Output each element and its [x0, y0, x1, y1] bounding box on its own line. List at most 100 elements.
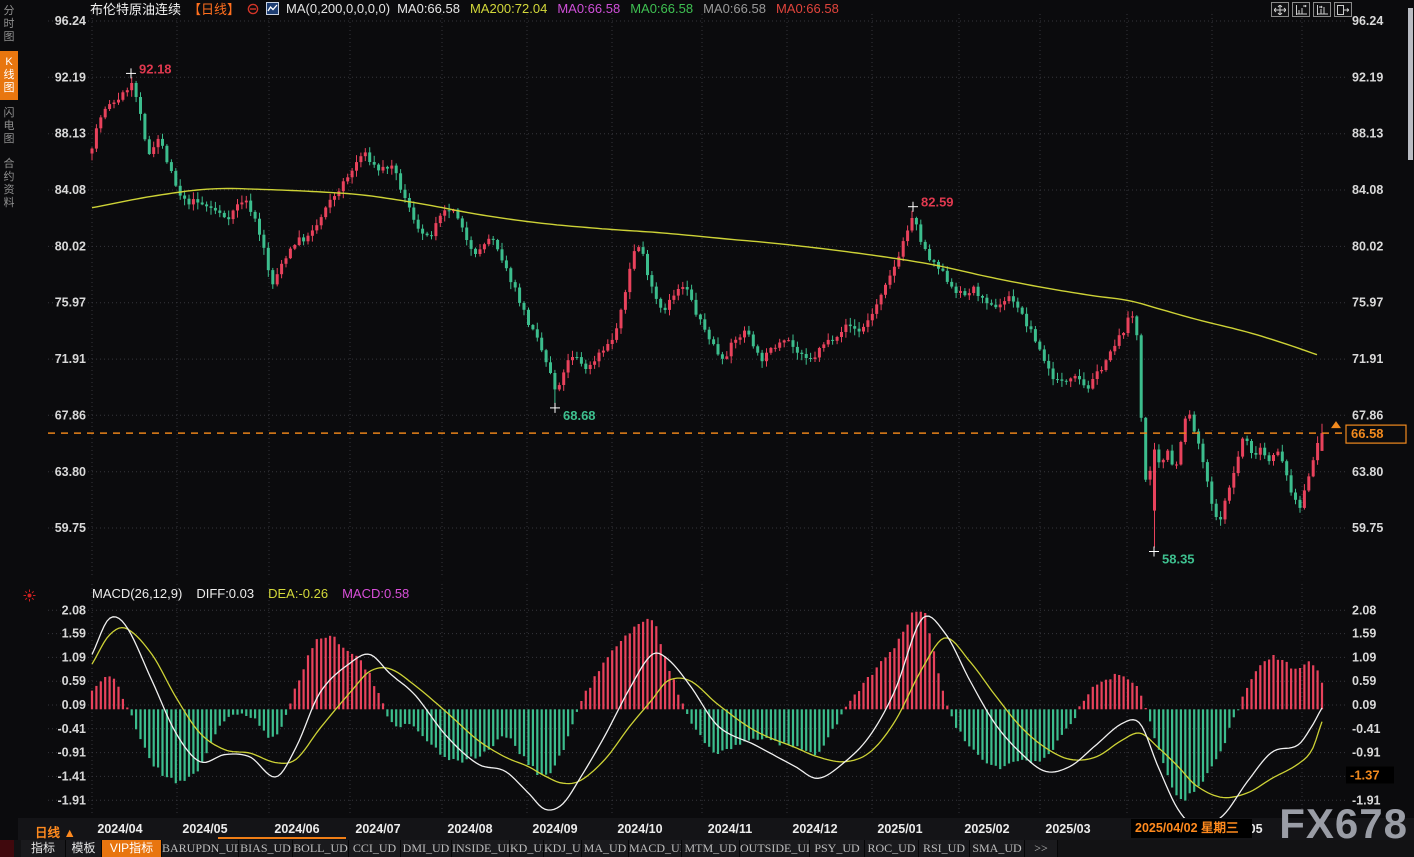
macd-axis-label: 2.08: [1352, 603, 1376, 617]
macd-hist-value: MACD:0.58: [342, 586, 410, 601]
indicator-tab-KD_UD[interactable]: KD_UD: [510, 840, 544, 857]
main-candlestick-chart[interactable]: 66.58 92.18 68.68 82.59 58.35 96.24 96.24 92.19…: [0, 0, 1414, 580]
price-axis-label: 71.91: [55, 352, 86, 366]
ma-value-label: MA0:66.58: [630, 1, 694, 16]
indicator-tab-KDJ_UD[interactable]: KDJ_UD: [544, 840, 582, 857]
price-axis-label: 84.08: [1352, 183, 1383, 197]
indicator-tab-DMI_UD[interactable]: DMI_UD: [401, 840, 452, 857]
price-axis-label: 75.97: [1352, 296, 1383, 310]
macd-axis-label: -0.91: [1352, 746, 1381, 760]
chart-header: 布伦特原油连续 【日线】 MA(0,200,0,0,0,0) MA0:66.58…: [90, 1, 839, 17]
indicator-tab-ROC_UD[interactable]: ROC_UD: [865, 840, 919, 857]
macd-axis-label: -0.91: [58, 746, 87, 760]
date-axis-label: 2025/01: [877, 822, 923, 836]
period-selector[interactable]: 日线 ▲: [35, 822, 76, 841]
pane-export-icon[interactable]: [1334, 2, 1352, 17]
macd-axis-label: 1.09: [1352, 650, 1376, 664]
price-axis-label: 59.75: [55, 521, 86, 535]
date-axis-label: 2024/05: [182, 822, 228, 836]
mini-chart-icon[interactable]: [266, 2, 280, 15]
sidebar-item-分时图[interactable]: 分 时 图: [0, 0, 18, 49]
indicator-dot-icon[interactable]: [23, 589, 36, 602]
price-axis-label: 67.86: [1352, 408, 1383, 422]
macd-axis-label: 0.09: [62, 698, 86, 712]
ma-values: MA0:66.58 MA200:72.04 MA0:66.58 MA0:66.58 MA…: [397, 1, 839, 16]
vertical-scrollbar-thumb[interactable]: [1408, 8, 1413, 160]
date-axis-label: 2025/03: [1045, 822, 1091, 836]
date-axis-label: 2024/10: [617, 822, 663, 836]
macd-axis-label: 0.59: [1352, 674, 1376, 688]
date-axis-label: 2024/11: [707, 822, 753, 836]
date-axis-label: 2024/07: [355, 822, 401, 836]
macd-axis-label: 1.59: [62, 627, 86, 641]
indicator-tab-SMA_UD[interactable]: SMA_UD: [970, 840, 1025, 857]
corner-block: [0, 838, 13, 857]
indicator-tab-MACD_UD[interactable]: MACD_UD: [629, 840, 682, 857]
macd-axis-label: 1.09: [62, 650, 86, 664]
macd-axis-label: 1.59: [1352, 627, 1376, 641]
horizontal-scroll-indicator[interactable]: [218, 837, 346, 839]
indicator-tab-MTM_UD[interactable]: MTM_UD: [682, 840, 740, 857]
indicator-tab-INSIDE_UD[interactable]: INSIDE_UD: [452, 840, 510, 857]
last-price-tag: 66.58: [1351, 426, 1384, 441]
axis-zoom-right-icon[interactable]: [1313, 2, 1331, 17]
indicator-tab-RSI_UD[interactable]: RSI_UD: [919, 840, 970, 857]
period-tag: 【日线】: [188, 2, 241, 17]
macd-header: MACD(26,12,9) DIFF:0.03 DEA:-0.26 MACD:0…: [92, 586, 409, 601]
sidebar-item-K线图[interactable]: K 线 图: [0, 51, 18, 100]
date-axis-label: 2024/04: [97, 822, 143, 836]
macd-diff-value: DIFF:0.03: [196, 586, 255, 601]
crosshair-date-tooltip: 2025/04/02 星期三: [1131, 819, 1252, 838]
price-annotation: 92.18: [139, 61, 172, 76]
indicator-tab-指标[interactable]: 指标: [21, 840, 66, 857]
price-axis-label: 88.13: [1352, 127, 1383, 141]
price-axis-label: 67.86: [55, 408, 86, 422]
indicator-tab-模板[interactable]: 模板: [66, 840, 102, 857]
price-axis-label: 63.80: [55, 465, 86, 479]
price-axis-label: 88.13: [55, 127, 86, 141]
macd-dea-value: DEA:-0.26: [268, 586, 329, 601]
price-annotation: 58.35: [1162, 552, 1195, 567]
price-axis-label: 71.91: [1352, 352, 1383, 366]
indicator-tab-OUTSIDE_UD[interactable]: OUTSIDE_UD: [740, 840, 810, 857]
indicator-tab-BOLL_UD[interactable]: BOLL_UD: [293, 840, 349, 857]
date-axis-label: 2024/12: [792, 822, 838, 836]
price-axis-label: 92.19: [1352, 70, 1383, 84]
pan-icon[interactable]: [1271, 2, 1289, 17]
ma-value-label: MA0:66.58: [397, 1, 460, 16]
macd-axis-label: -1.91: [58, 793, 87, 807]
axis-zoom-left-icon[interactable]: [1292, 2, 1310, 17]
sidebar-item-合约资料[interactable]: 合 约 资 料: [0, 153, 18, 215]
price-axis-label: 59.75: [1352, 521, 1383, 535]
macd-axis-label: -0.41: [58, 722, 87, 736]
ma-settings-label: MA(0,200,0,0,0,0): [286, 1, 391, 16]
indicator-tab-bar: 指标 模板 VIP指标 BARUPDN_UD BIAS_UD BOLL_UD CCI_UD D…: [0, 840, 1414, 857]
date-axis-bar: 日线 ▲ 2024/04 2024/05 2024/06 2024/07 2024/08…: [0, 818, 1414, 840]
macd-indicator-chart[interactable]: 2.08 2.08 1.59 1.59 1.09 1.09 0.59 0.59 0.09 0.09…: [0, 580, 1414, 818]
indicator-tab-VIP指标[interactable]: VIP指标: [102, 840, 162, 857]
indicator-tab-CCI_UD[interactable]: CCI_UD: [349, 840, 401, 857]
price-annotation: 82.59: [921, 195, 954, 210]
indicator-tab-MA_UD[interactable]: MA_UD: [582, 840, 629, 857]
brand-watermark: FX678: [1279, 800, 1408, 847]
price-axis-label: 75.97: [55, 296, 86, 310]
indicator-tab->>[interactable]: >>: [1025, 840, 1058, 857]
ma-value-label: MA0:66.58: [703, 1, 766, 16]
price-axis-label: 96.24: [55, 14, 86, 28]
instrument-title: 布伦特原油连续: [90, 2, 182, 17]
price-axis-label: 80.02: [55, 239, 86, 253]
ma-value-label: MA0:66.58: [775, 1, 839, 16]
indicator-tab-BIAS_UD[interactable]: BIAS_UD: [239, 840, 293, 857]
price-axis-label: 63.80: [1352, 465, 1383, 479]
price-axis-label: 84.08: [55, 183, 86, 197]
indicator-tab-BARUPDN_UD[interactable]: BARUPDN_UD: [162, 840, 239, 857]
macd-axis-label: -1.41: [58, 769, 87, 783]
date-axis-label: 2025/02: [964, 822, 1010, 836]
target-icon[interactable]: [247, 3, 259, 15]
sidebar-item-闪电图[interactable]: 闪 电 图: [0, 102, 18, 151]
macd-axis-label: 0.09: [1352, 698, 1376, 712]
indicator-tab-PSY_UD[interactable]: PSY_UD: [810, 840, 865, 857]
macd-marker-tag: -1.37: [1350, 768, 1380, 783]
price-axis-label: 80.02: [1352, 239, 1383, 253]
ma-value-label: MA0:66.58: [557, 1, 621, 16]
